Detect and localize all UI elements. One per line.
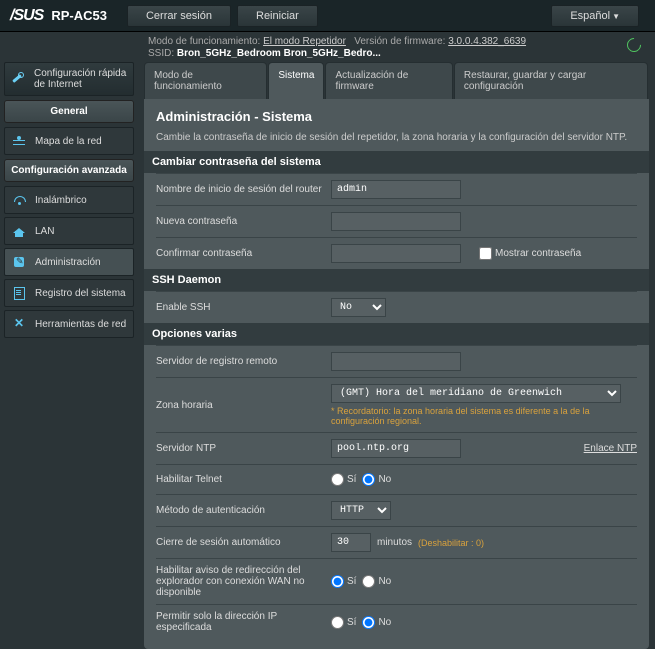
- confirm-password-label: Confirmar contraseña: [156, 248, 331, 259]
- ssid-value: Bron_5GHz_Bedroom Bron_5GHz_Bedro...: [177, 48, 381, 59]
- iponly-label: Permitir solo la dirección IP especifica…: [156, 611, 331, 633]
- telnet-no[interactable]: No: [362, 473, 391, 486]
- info-bar: Modo de funcionamiento: El modo Repetido…: [0, 32, 655, 62]
- telnet-yes[interactable]: Sí: [331, 473, 356, 486]
- timezone-label: Zona horaria: [156, 400, 331, 411]
- remote-log-label: Servidor de registro remoto: [156, 356, 331, 367]
- show-password-toggle[interactable]: Mostrar contraseña: [479, 247, 581, 260]
- sidebar-header-general: General: [4, 100, 134, 123]
- sidebar-item-wireless[interactable]: Inalámbrico: [4, 186, 134, 214]
- timezone-hint: * Recordatorio: la zona horaria del sist…: [331, 406, 637, 426]
- auto-logout-hint: (Deshabilitar : 0): [418, 538, 484, 548]
- sidebar-item-lan[interactable]: LAN: [4, 217, 134, 245]
- section-header-misc: Opciones varias: [144, 323, 649, 345]
- sidebar-item-label: Configuración rápida de Internet: [34, 68, 128, 90]
- sidebar-item-syslog[interactable]: Registro del sistema: [4, 279, 134, 307]
- sidebar-item-map[interactable]: Mapa de la red: [4, 127, 134, 155]
- tab-opmode[interactable]: Modo de funcionamiento: [144, 62, 267, 99]
- confirm-password-input[interactable]: [331, 244, 461, 263]
- sidebar-item-qis[interactable]: Configuración rápida de Internet: [4, 62, 134, 96]
- auto-logout-label: Cierre de sesión automático: [156, 537, 331, 548]
- sidebar-item-label: Mapa de la red: [35, 136, 102, 147]
- auto-logout-unit: minutos: [377, 537, 412, 548]
- login-name-input[interactable]: [331, 180, 461, 199]
- redirect-yes[interactable]: Sí: [331, 575, 356, 588]
- sidebar-header-advanced: Configuración avanzada: [4, 159, 134, 182]
- auth-method-select[interactable]: HTTP: [331, 501, 391, 520]
- sidebar-item-admin[interactable]: Administración: [4, 248, 134, 276]
- auto-logout-input[interactable]: [331, 533, 371, 552]
- sidebar-item-label: Herramientas de red: [35, 319, 126, 330]
- remote-log-input[interactable]: [331, 352, 461, 371]
- sidebar-item-label: Administración: [35, 257, 101, 268]
- login-name-label: Nombre de inicio de sesión del router: [156, 184, 331, 195]
- redirect-no[interactable]: No: [362, 575, 391, 588]
- chevron-down-icon: ▼: [612, 12, 620, 21]
- network-map-icon: [11, 134, 29, 148]
- telnet-label: Habilitar Telnet: [156, 474, 331, 485]
- new-password-input[interactable]: [331, 212, 461, 231]
- sidebar: Configuración rápida de Internet General…: [0, 62, 138, 649]
- tab-restore[interactable]: Restaurar, guardar y cargar configuració…: [454, 62, 648, 99]
- model-name: RP-AC53: [51, 8, 107, 23]
- redirect-label: Habilitar aviso de redirección del explo…: [156, 565, 331, 598]
- asus-logo: /SUS: [10, 7, 43, 25]
- auth-method-label: Método de autenticación: [156, 505, 331, 516]
- opmode-link[interactable]: El modo Repetidor: [263, 36, 346, 47]
- ntp-link[interactable]: Enlace NTP: [584, 443, 637, 454]
- wifi-icon: [11, 193, 29, 207]
- tab-fwupdate[interactable]: Actualización de firmware: [325, 62, 452, 99]
- page-description: Cambie la contraseña de inicio de sesión…: [156, 132, 637, 143]
- enable-ssh-select[interactable]: No: [331, 298, 386, 317]
- sidebar-item-label: LAN: [35, 226, 54, 237]
- enable-ssh-label: Enable SSH: [156, 302, 331, 313]
- iponly-yes[interactable]: Sí: [331, 616, 356, 629]
- sidebar-item-nettools[interactable]: Herramientas de red: [4, 310, 134, 338]
- sidebar-item-label: Inalámbrico: [35, 195, 87, 206]
- logout-button[interactable]: Cerrar sesión: [127, 5, 231, 27]
- sidebar-item-label: Registro del sistema: [35, 288, 126, 299]
- wrench-icon: [10, 72, 28, 86]
- new-password-label: Nueva contraseña: [156, 216, 331, 227]
- show-password-checkbox[interactable]: [479, 247, 492, 260]
- ntp-server-input[interactable]: [331, 439, 461, 458]
- tools-icon: [11, 317, 29, 331]
- page-title: Administración - Sistema: [156, 109, 637, 124]
- reboot-button[interactable]: Reiniciar: [237, 5, 318, 27]
- iponly-no[interactable]: No: [362, 616, 391, 629]
- admin-icon: [11, 255, 29, 269]
- section-header-password: Cambiar contraseña del sistema: [144, 151, 649, 173]
- firmware-link[interactable]: 3.0.0.4.382_6639: [448, 36, 526, 47]
- language-label: Español: [570, 10, 610, 22]
- timezone-select[interactable]: (GMT) Hora del meridiano de Greenwich: [331, 384, 621, 403]
- log-icon: [11, 286, 29, 300]
- home-icon: [11, 224, 29, 238]
- ntp-server-label: Servidor NTP: [156, 443, 331, 454]
- tab-system[interactable]: Sistema: [268, 62, 324, 99]
- language-select[interactable]: Español▼: [551, 5, 639, 27]
- section-header-ssh: SSH Daemon: [144, 269, 649, 291]
